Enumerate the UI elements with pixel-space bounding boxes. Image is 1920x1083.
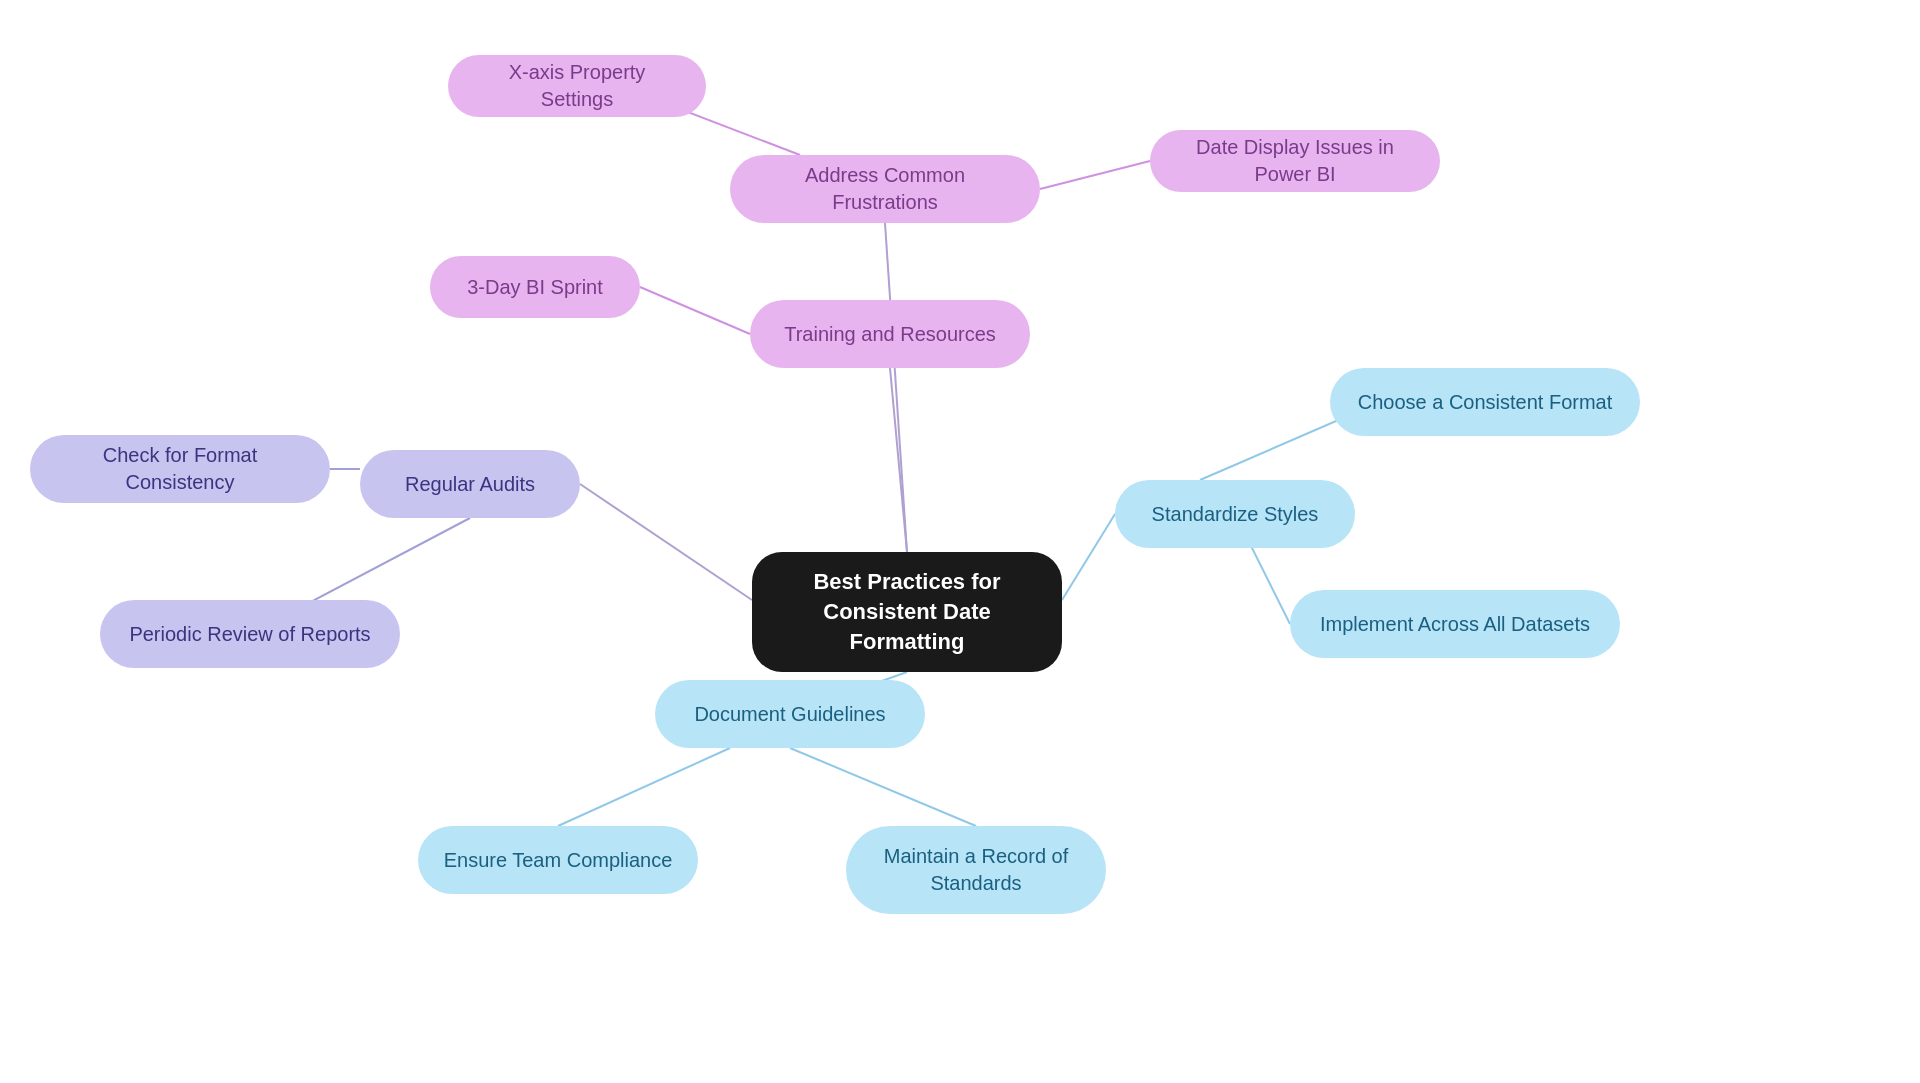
document-node: Document Guidelines — [655, 680, 925, 748]
maintain-record-node: Maintain a Record of Standards — [846, 826, 1106, 914]
training-node: Training and Resources — [750, 300, 1030, 368]
implement-label: Implement Across All Datasets — [1320, 611, 1590, 638]
svg-line-12 — [558, 748, 730, 826]
bi-sprint-node: 3-Day BI Sprint — [430, 256, 640, 318]
document-label: Document Guidelines — [694, 701, 885, 728]
choose-format-node: Choose a Consistent Format — [1330, 368, 1640, 436]
svg-line-13 — [790, 748, 976, 826]
bi-sprint-label: 3-Day BI Sprint — [467, 274, 603, 301]
x-axis-node: X-axis Property Settings — [448, 55, 706, 117]
svg-line-4 — [640, 287, 750, 334]
check-format-label: Check for Format Consistency — [54, 442, 306, 496]
standardize-label: Standardize Styles — [1152, 501, 1319, 528]
choose-format-label: Choose a Consistent Format — [1358, 389, 1613, 416]
implement-node: Implement Across All Datasets — [1290, 590, 1620, 658]
x-axis-label: X-axis Property Settings — [472, 59, 682, 113]
regular-audits-label: Regular Audits — [405, 471, 535, 498]
ensure-compliance-label: Ensure Team Compliance — [444, 847, 673, 874]
ensure-compliance-node: Ensure Team Compliance — [418, 826, 698, 894]
center-node: Best Practices for Consistent Date Forma… — [752, 552, 1062, 672]
svg-line-3 — [890, 368, 907, 552]
check-format-node: Check for Format Consistency — [30, 435, 330, 503]
center-label: Best Practices for Consistent Date Forma… — [776, 567, 1038, 656]
periodic-review-node: Periodic Review of Reports — [100, 600, 400, 668]
address-frustrations-node: Address Common Frustrations — [730, 155, 1040, 223]
standardize-node: Standardize Styles — [1115, 480, 1355, 548]
address-frustrations-label: Address Common Frustrations — [754, 162, 1016, 216]
svg-line-5 — [580, 484, 752, 600]
periodic-review-label: Periodic Review of Reports — [129, 621, 370, 648]
svg-line-0 — [885, 223, 907, 552]
regular-audits-node: Regular Audits — [360, 450, 580, 518]
training-label: Training and Resources — [784, 321, 996, 348]
date-display-node: Date Display Issues in Power BI — [1150, 130, 1440, 192]
svg-line-8 — [1062, 514, 1115, 600]
svg-line-2 — [1040, 161, 1150, 189]
maintain-record-label: Maintain a Record of Standards — [870, 843, 1082, 897]
date-display-label: Date Display Issues in Power BI — [1174, 134, 1416, 188]
